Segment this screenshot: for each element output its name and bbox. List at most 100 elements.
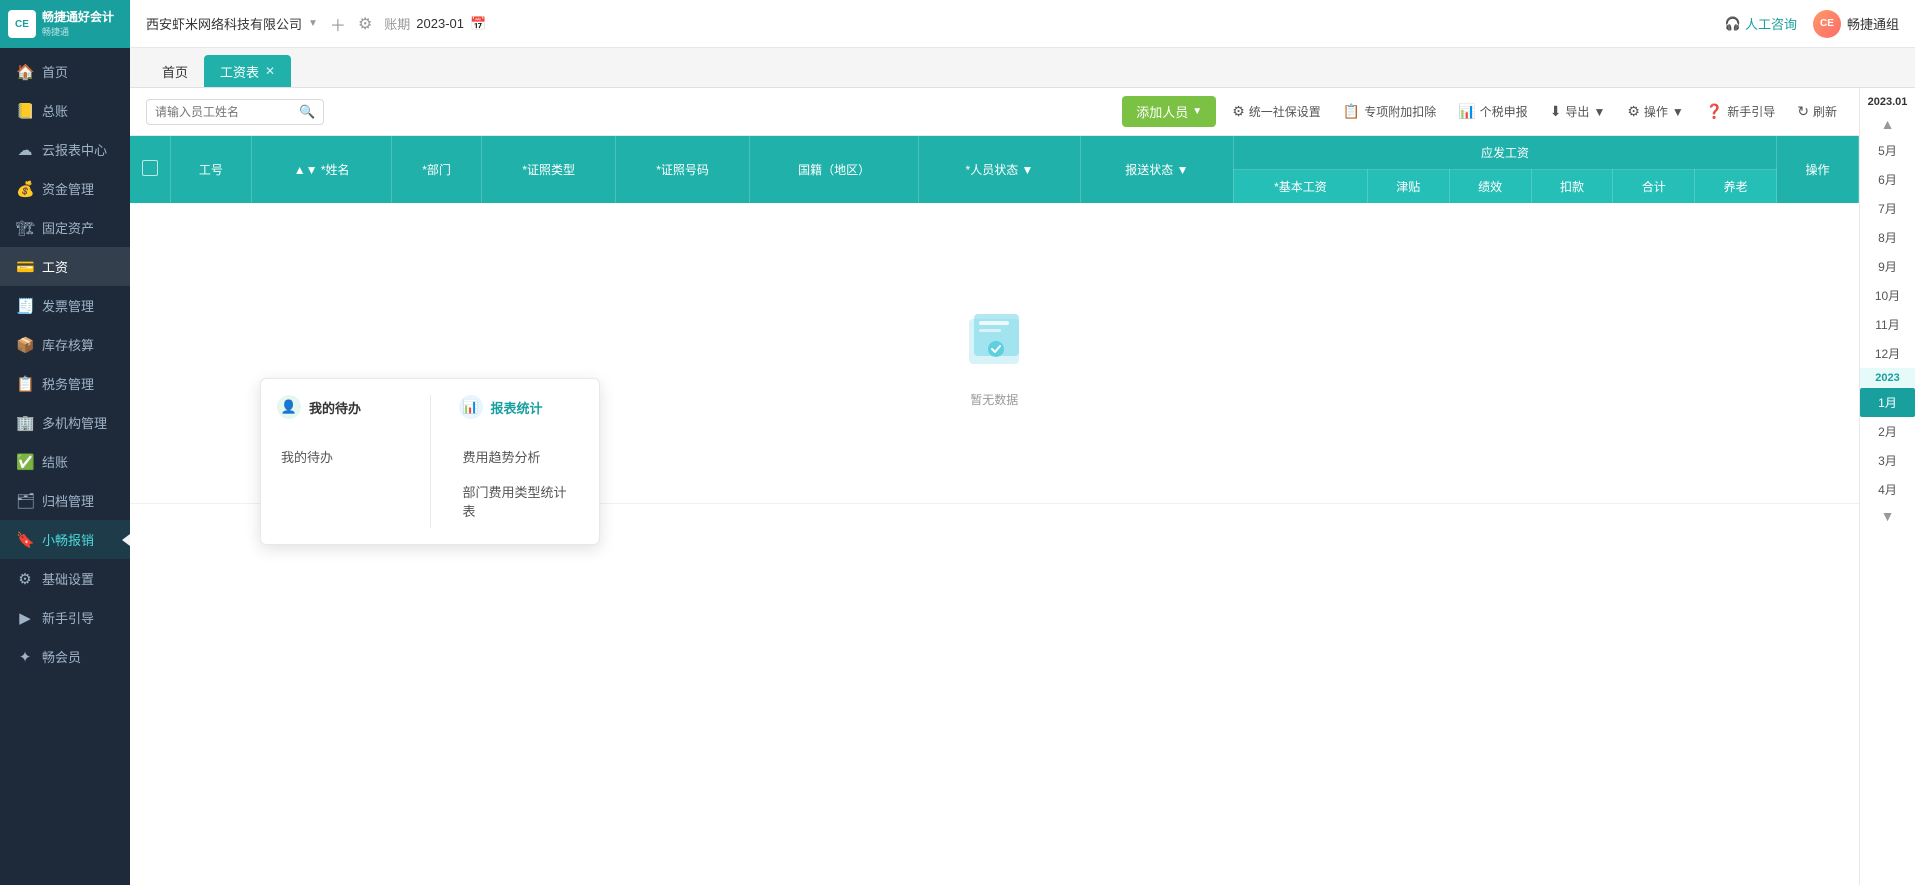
zhuanxiang-label: 专项附加扣除 (1364, 103, 1436, 120)
sidebar-item-multi[interactable]: 🏢 多机构管理 (0, 403, 130, 442)
sidebar-item-home[interactable]: 🏠 首页 (0, 52, 130, 91)
th-name[interactable]: ▲▼ *姓名 (252, 136, 392, 203)
th-base-salary: *基本工资 (1233, 170, 1367, 204)
daochu-label: 导出 (1565, 103, 1589, 120)
topbar-right: 🎧 人工咨询 CE 畅捷通组 (1725, 10, 1899, 38)
service-button[interactable]: 🎧 人工咨询 (1725, 14, 1797, 33)
content-area: 🔍 添加人员 ▼ ⚙ 统一社保设置 📋 专项附加扣除 (130, 88, 1915, 885)
month-9[interactable]: 9月 (1860, 252, 1915, 281)
sidebar-icon-cloud: ☁ (16, 141, 34, 159)
popup-col-todo: 👤 我的待办 我的待办 (277, 395, 402, 528)
geshuishen-icon: 📊 (1458, 103, 1475, 120)
sidebar-item-fixed[interactable]: 🏗 固定资产 (0, 208, 130, 247)
th-report-status[interactable]: 报送状态 ▼ (1080, 136, 1233, 203)
sidebar-label-invoice: 发票管理 (42, 296, 94, 315)
sidebar-icon-balance: ✅ (16, 453, 34, 471)
user-menu[interactable]: CE 畅捷通组 (1813, 10, 1899, 38)
month-2[interactable]: 2月 (1860, 417, 1915, 446)
zhuanxiang-action[interactable]: 📋 专项附加扣除 (1337, 99, 1442, 124)
shebao-action[interactable]: ⚙ 统一社保设置 (1226, 99, 1327, 124)
month-11[interactable]: 11月 (1860, 310, 1915, 339)
sidebar-label-stock: 库存核算 (42, 335, 94, 354)
month-5[interactable]: 5月 (1860, 136, 1915, 165)
daochu-action[interactable]: ⬇ 导出 ▼ (1544, 99, 1612, 124)
month-4[interactable]: 4月 (1860, 475, 1915, 504)
empty-icon (954, 299, 1034, 379)
month-nav-up-arrow[interactable]: ▲ (1877, 112, 1899, 136)
sidebar-nav: 🏠 首页 📒 总账 ☁ 云报表中心 💰 资金管理 🏗 固定资产 💳 工资 🧾 发… (0, 48, 130, 885)
sidebar-item-xiaochang[interactable]: 🔖 小畅报销 (0, 520, 130, 559)
sidebar-item-tax[interactable]: 📋 税务管理 (0, 364, 130, 403)
sidebar-item-cloud[interactable]: ☁ 云报表中心 (0, 130, 130, 169)
report-status-filter-icon: ▼ (1177, 163, 1189, 177)
sidebar-label-home: 首页 (42, 62, 68, 81)
sidebar-item-stock[interactable]: 📦 库存核算 (0, 325, 130, 364)
table-header-row1: 工号 ▲▼ *姓名 *部门 *证照类型 *证照号码 国籍（地区） *人员状态 ▼… (130, 136, 1859, 170)
popup-item-dept-cost[interactable]: 部门费用类型统计表 (459, 474, 584, 528)
refresh-action[interactable]: ↻ 刷新 (1791, 99, 1843, 124)
month-10[interactable]: 10月 (1860, 281, 1915, 310)
month-1-active[interactable]: 1月 (1860, 388, 1915, 417)
guide-action[interactable]: ❓ 新手引导 (1700, 99, 1781, 124)
popup-item-cost-trend[interactable]: 费用趋势分析 (459, 439, 584, 474)
calendar-icon[interactable]: 📅 (470, 16, 486, 32)
sidebar-item-invoice[interactable]: 🧾 发票管理 (0, 286, 130, 325)
month-6[interactable]: 6月 (1860, 165, 1915, 194)
month-7[interactable]: 7月 (1860, 194, 1915, 223)
period-display: 账期 2023-01 📅 (384, 14, 486, 33)
month-12[interactable]: 12月 (1860, 339, 1915, 368)
add-icon[interactable]: ＋ (330, 12, 346, 36)
th-nationality: 国籍（地区） (750, 136, 919, 203)
sidebar-icon-multi: 🏢 (16, 414, 34, 432)
sidebar-item-salary[interactable]: 💳 工资 (0, 247, 130, 286)
tab-salary-label: 工资表 (220, 62, 259, 81)
sidebar-icon-tax: 📋 (16, 375, 34, 393)
th-idno: *证照号码 (616, 136, 750, 203)
sidebar-item-balance[interactable]: ✅ 结账 (0, 442, 130, 481)
tab-close-icon[interactable]: ✕ (265, 64, 275, 78)
app-logo: CE 畅捷通好会计 畅捷通 (0, 0, 130, 48)
sidebar-item-ledger[interactable]: 📒 总账 (0, 91, 130, 130)
sidebar-label-salary: 工资 (42, 257, 68, 276)
sidebar-item-member[interactable]: ✦ 畅会员 (0, 637, 130, 676)
logo-sub: 畅捷通 (42, 25, 114, 38)
tab-salary[interactable]: 工资表 ✕ (204, 55, 291, 87)
month-nav-down-arrow[interactable]: ▼ (1877, 504, 1899, 528)
add-person-arrow-icon: ▼ (1192, 106, 1202, 117)
sidebar-label-capital: 资金管理 (42, 179, 94, 198)
th-total: 合计 (1613, 170, 1695, 204)
refresh-icon: ↻ (1797, 103, 1809, 120)
select-all-checkbox[interactable] (142, 160, 158, 176)
guide-label: 新手引导 (1727, 103, 1775, 120)
search-input[interactable] (155, 105, 295, 119)
company-selector[interactable]: 西安虾米网络科技有限公司 ▼ (146, 14, 318, 33)
th-deduction: 扣款 (1531, 170, 1613, 204)
month-8[interactable]: 8月 (1860, 223, 1915, 252)
th-pension: 养老 (1695, 170, 1777, 204)
username: 畅捷通组 (1847, 14, 1899, 33)
sidebar-item-basic[interactable]: ⚙ 基础设置 (0, 559, 130, 598)
popup-item-my-todo[interactable]: 我的待办 (277, 439, 402, 474)
checkbox-header-col[interactable] (130, 136, 170, 203)
sidebar-label-xiaochang: 小畅报销 (42, 530, 94, 549)
todo-col-icon: 👤 (277, 395, 301, 419)
sidebar-icon-fixed: 🏗 (16, 219, 34, 237)
sidebar-item-guide[interactable]: ▶ 新手引导 (0, 598, 130, 637)
geshuishen-action[interactable]: 📊 个税申报 (1452, 99, 1533, 124)
main-toolbar: 🔍 添加人员 ▼ ⚙ 统一社保设置 📋 专项附加扣除 (130, 88, 1859, 136)
popup-col-todo-header: 👤 我的待办 (277, 395, 402, 427)
th-gonghaio: 工号 (170, 136, 252, 203)
caozuo-action[interactable]: ⚙ 操作 ▼ (1621, 99, 1689, 124)
daochu-icon: ⬇ (1550, 103, 1562, 120)
settings-icon[interactable]: ⚙ (358, 14, 372, 34)
tab-home[interactable]: 首页 (146, 55, 204, 87)
sidebar-item-archive[interactable]: 🗂 归档管理 (0, 481, 130, 520)
add-person-button[interactable]: 添加人员 ▼ (1122, 96, 1216, 127)
sidebar-label-basic: 基础设置 (42, 569, 94, 588)
sidebar-item-capital[interactable]: 💰 资金管理 (0, 169, 130, 208)
sidebar-icon-guide: ▶ (16, 609, 34, 627)
th-person-status[interactable]: *人员状态 ▼ (919, 136, 1081, 203)
main-area: 西安虾米网络科技有限公司 ▼ ＋ ⚙ 账期 2023-01 📅 🎧 人工咨询 C… (130, 0, 1915, 885)
sidebar-icon-archive: 🗂 (16, 492, 34, 510)
month-3[interactable]: 3月 (1860, 446, 1915, 475)
